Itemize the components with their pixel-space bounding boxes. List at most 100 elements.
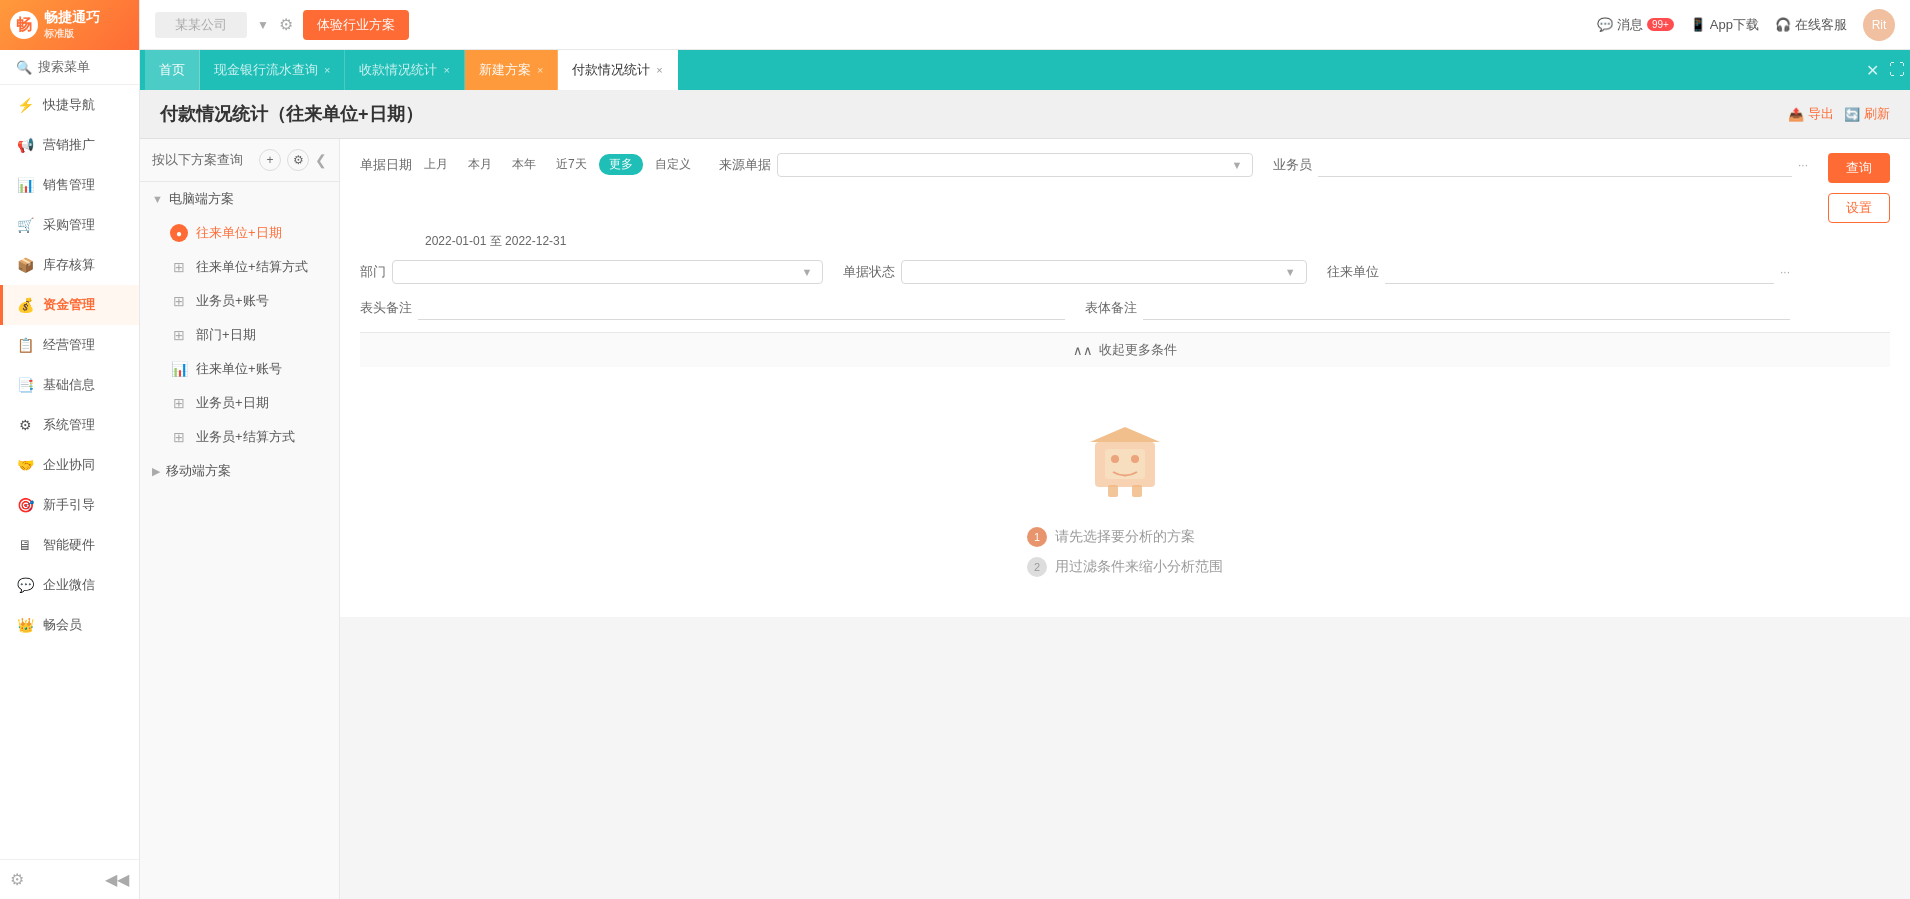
header-actions: 📤 导出 🔄 刷新 — [1788, 105, 1890, 123]
svg-rect-4 — [1108, 485, 1118, 497]
scheme-item-label: 往来单位+结算方式 — [196, 258, 308, 276]
sidebar-item-wechat[interactable]: 💬 企业微信 — [0, 565, 139, 605]
tab-close-icon[interactable]: × — [324, 64, 330, 76]
staff-label: 业务员 — [1273, 156, 1312, 174]
settings-button[interactable]: 设置 — [1828, 193, 1890, 223]
date-btn-7days[interactable]: 近7天 — [548, 153, 595, 176]
date-btn-this-month[interactable]: 本月 — [460, 153, 500, 176]
scheme-group-mobile-header[interactable]: ▶ 移动端方案 — [140, 454, 339, 488]
dropdown-arrow-icon[interactable]: ▼ — [257, 18, 269, 32]
footer-settings-icon[interactable]: ⚙ — [10, 870, 24, 889]
refresh-button[interactable]: 🔄 刷新 — [1844, 105, 1890, 123]
scheme-table-icon: ⊞ — [170, 326, 188, 344]
topbar-left: 某某公司 ▼ ⚙ 体验行业方案 — [155, 10, 409, 40]
scheme-item-label: 业务员+结算方式 — [196, 428, 295, 446]
sidebar-search[interactable]: 🔍 搜索菜单 — [0, 50, 139, 85]
dept-label: 部门 — [360, 263, 386, 281]
tab-income-stat[interactable]: 收款情况统计 × — [345, 50, 464, 90]
source-filter: 来源单据 ▼ — [719, 153, 1254, 177]
tab-new-scheme[interactable]: 新建方案 × — [465, 50, 558, 90]
filter-section: 单据日期 上月 本月 本年 近7天 更多 自定义 来源单据 — [340, 139, 1910, 367]
partner-input[interactable] — [1385, 260, 1774, 284]
sidebar-item-quick-nav[interactable]: ⚡ 快捷导航 — [0, 85, 139, 125]
phone-icon: 📱 — [1690, 17, 1706, 32]
sidebar-item-purchase[interactable]: 🛒 采购管理 — [0, 205, 139, 245]
sidebar-item-label: 新手引导 — [43, 496, 95, 514]
topbar-settings-icon[interactable]: ⚙ — [279, 15, 293, 34]
trial-button[interactable]: 体验行业方案 — [303, 10, 409, 40]
sidebar-item-operations[interactable]: 📋 经营管理 — [0, 325, 139, 365]
messages-button[interactable]: 💬 消息 99+ — [1597, 16, 1674, 34]
scheme-item-staff-settlement[interactable]: ⊞ 业务员+结算方式 — [140, 420, 339, 454]
sidebar-item-marketing[interactable]: 📢 营销推广 — [0, 125, 139, 165]
staff-input[interactable] — [1318, 153, 1792, 177]
query-button[interactable]: 查询 — [1828, 153, 1890, 183]
scheme-item-staff-account[interactable]: ⊞ 业务员+账号 — [140, 284, 339, 318]
scheme-item-unit-date[interactable]: ● 往来单位+日期 — [140, 216, 339, 250]
scheme-add-button[interactable]: + — [259, 149, 281, 171]
scheme-panel-header: 按以下方案查询 + ⚙ ❮ — [140, 139, 339, 182]
date-btn-custom[interactable]: 自定义 — [647, 153, 699, 176]
sidebar-item-guide[interactable]: 🎯 新手引导 — [0, 485, 139, 525]
docstatus-label: 单据状态 — [843, 263, 895, 281]
refresh-label: 刷新 — [1864, 105, 1890, 123]
tab-close-icon[interactable]: × — [656, 64, 662, 76]
online-service-label: 在线客服 — [1795, 16, 1847, 34]
sidebar: 畅 畅捷通巧 标准版 🔍 搜索菜单 ⚡ 快捷导航 📢 营销推广 📊 销售管理 🛒… — [0, 0, 140, 899]
header-note-label: 表头备注 — [360, 299, 412, 317]
app-download-button[interactable]: 📱 App下载 — [1690, 16, 1759, 34]
docstatus-dropdown-icon: ▼ — [1285, 266, 1296, 278]
scheme-panel-actions: + ⚙ ❮ — [259, 149, 327, 171]
sidebar-item-sales[interactable]: 📊 销售管理 — [0, 165, 139, 205]
user-avatar[interactable]: Rit — [1863, 9, 1895, 41]
tab-cash-flow[interactable]: 现金银行流水查询 × — [200, 50, 345, 90]
scheme-group-mobile: ▶ 移动端方案 — [140, 454, 339, 488]
sidebar-item-inventory[interactable]: 📦 库存核算 — [0, 245, 139, 285]
online-service-button[interactable]: 🎧 在线客服 — [1775, 16, 1847, 34]
sidebar-item-system[interactable]: ⚙ 系统管理 — [0, 405, 139, 445]
scheme-group-desktop-header[interactable]: ▼ 电脑端方案 — [140, 182, 339, 216]
header-note-input[interactable] — [418, 296, 1065, 320]
scheme-item-dept-date[interactable]: ⊞ 部门+日期 — [140, 318, 339, 352]
sidebar-item-basic-info[interactable]: 📑 基础信息 — [0, 365, 139, 405]
sidebar-item-capital[interactable]: 💰 资金管理 — [0, 285, 139, 325]
scheme-item-staff-date[interactable]: ⊞ 业务员+日期 — [140, 386, 339, 420]
date-btn-last-month[interactable]: 上月 — [416, 153, 456, 176]
collapse-button[interactable]: ∧∧ 收起更多条件 — [360, 332, 1890, 367]
sidebar-item-label: 销售管理 — [43, 176, 95, 194]
tab-close-all-icon[interactable]: ✕ — [1866, 61, 1879, 80]
scheme-collapse-icon[interactable]: ❮ — [315, 152, 327, 168]
tab-payment-stat[interactable]: 付款情况统计 × — [558, 50, 677, 90]
header-note-filter: 表头备注 — [360, 296, 1065, 320]
date-btn-this-year[interactable]: 本年 — [504, 153, 544, 176]
export-button[interactable]: 📤 导出 — [1788, 105, 1834, 123]
staff-filter: 业务员 ··· — [1273, 153, 1808, 177]
source-select[interactable]: ▼ — [777, 153, 1254, 177]
tab-close-icon[interactable]: × — [443, 64, 449, 76]
sidebar-item-member[interactable]: 👑 畅会员 — [0, 605, 139, 645]
collapse-up-icon: ∧∧ — [1073, 343, 1093, 358]
purchase-icon: 🛒 — [15, 215, 35, 235]
date-btn-more[interactable]: 更多 — [599, 154, 643, 175]
sidebar-item-hardware[interactable]: 🖥 智能硬件 — [0, 525, 139, 565]
partner-filter: 往来单位 ··· — [1327, 260, 1790, 284]
tab-income-stat-label: 收款情况统计 — [359, 61, 437, 79]
tab-maximize-icon[interactable]: ⛶ — [1889, 61, 1905, 79]
sidebar-item-enterprise[interactable]: 🤝 企业协同 — [0, 445, 139, 485]
footer-collapse-icon[interactable]: ◀◀ — [105, 870, 129, 889]
tab-close-icon[interactable]: × — [537, 64, 543, 76]
scheme-settings-button[interactable]: ⚙ — [287, 149, 309, 171]
scheme-item-unit-account[interactable]: 📊 往来单位+账号 — [140, 352, 339, 386]
docstatus-select[interactable]: ▼ — [901, 260, 1306, 284]
settings-icon: ⚙ — [293, 153, 304, 167]
export-label: 导出 — [1808, 105, 1834, 123]
scheme-item-unit-settlement[interactable]: ⊞ 往来单位+结算方式 — [140, 250, 339, 284]
tab-home[interactable]: 首页 — [145, 50, 200, 90]
inventory-icon: 📦 — [15, 255, 35, 275]
company-name: 某某公司 — [155, 12, 247, 38]
sidebar-nav: ⚡ 快捷导航 📢 营销推广 📊 销售管理 🛒 采购管理 📦 库存核算 💰 资金管… — [0, 85, 139, 859]
scheme-panel-title: 按以下方案查询 — [152, 151, 243, 169]
system-icon: ⚙ — [15, 415, 35, 435]
body-note-input[interactable] — [1143, 296, 1790, 320]
dept-select[interactable]: ▼ — [392, 260, 823, 284]
